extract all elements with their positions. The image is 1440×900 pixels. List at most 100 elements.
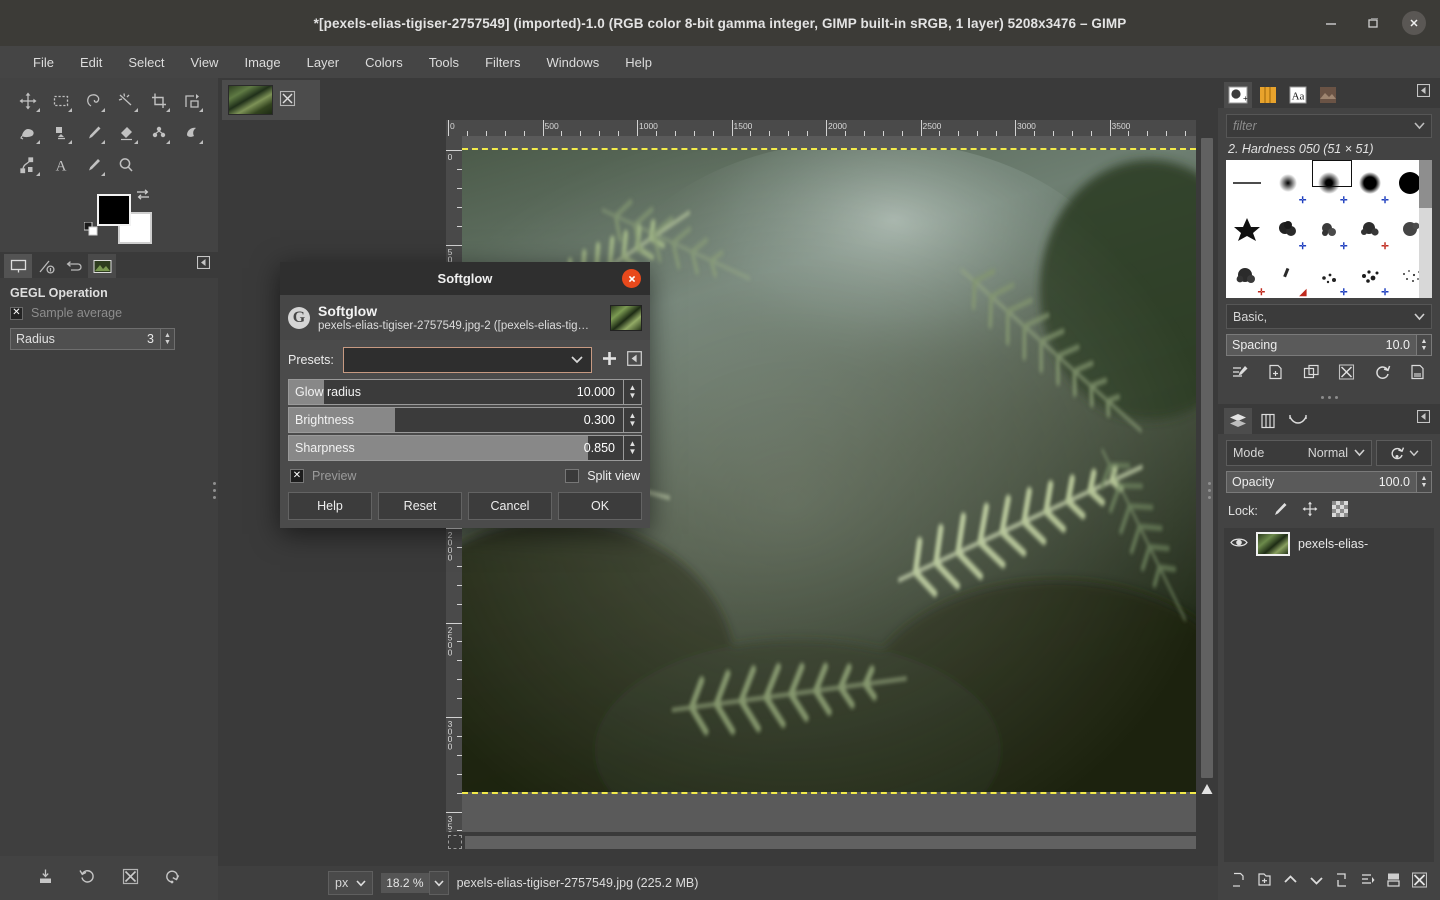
softglow-close-icon[interactable]: [622, 269, 641, 288]
channels-tab[interactable]: [1254, 408, 1282, 434]
sample-average-checkbox[interactable]: ✕: [10, 306, 23, 320]
layer-list-item[interactable]: pexels-elias-: [1224, 528, 1434, 560]
quickmask-toggle[interactable]: [448, 835, 462, 849]
zoom-value[interactable]: 18.2 %: [381, 873, 429, 893]
save-tool-preset-icon[interactable]: [37, 868, 54, 888]
restore-tool-preset-icon[interactable]: [79, 868, 96, 888]
brightness-spin-arrows[interactable]: ▲ ▼: [623, 408, 641, 432]
menu-windows[interactable]: Windows: [543, 53, 602, 72]
close-icon[interactable]: [1402, 11, 1426, 35]
zoom-selector[interactable]: 18.2 %: [381, 871, 449, 895]
brush-item[interactable]: ✛: [1267, 206, 1308, 252]
menu-tools[interactable]: Tools: [426, 53, 462, 72]
delete-tool-preset-icon[interactable]: [122, 868, 139, 888]
brush-tag-selector[interactable]: Basic,: [1226, 304, 1432, 329]
brush-grid-scroll-thumb[interactable]: [1419, 160, 1432, 208]
delete-layer-icon[interactable]: [1411, 871, 1427, 891]
left-dock-resize-handle[interactable]: [210, 470, 218, 510]
help-button[interactable]: Help: [288, 492, 372, 520]
brush-grid[interactable]: ✛ ✛ ✛ ✛ ✛ ✛ ✛ ✛ ✛ ◢ ✛ ✛: [1226, 160, 1432, 298]
open-brush-as-image-icon[interactable]: [1409, 364, 1426, 383]
rectangle-select-tool[interactable]: [45, 86, 78, 116]
brush-item[interactable]: [1226, 206, 1267, 252]
lock-pixels-icon[interactable]: [1272, 501, 1288, 520]
brush-item[interactable]: ✛: [1226, 252, 1267, 298]
move-tool[interactable]: [12, 86, 45, 116]
radius-stepper[interactable]: Radius 3 ▲ ▼: [10, 328, 175, 350]
patterns-tab[interactable]: [1254, 82, 1282, 108]
layer-visibility-icon[interactable]: [1230, 536, 1248, 552]
paths-tab[interactable]: [1284, 408, 1312, 434]
brushes-tab[interactable]: +: [1224, 82, 1252, 108]
fonts-tab[interactable]: Aa: [1284, 82, 1312, 108]
brush-item[interactable]: ✛: [1350, 252, 1391, 298]
free-select-tool[interactable]: [77, 86, 110, 116]
unified-transform-tool[interactable]: [175, 86, 208, 116]
lock-alpha-icon[interactable]: [1331, 501, 1348, 520]
vertical-scroll-thumb[interactable]: [1201, 138, 1213, 778]
undo-history-tab[interactable]: [60, 254, 88, 278]
sample-average-row[interactable]: ✕ Sample average: [10, 306, 208, 320]
new-brush-icon[interactable]: [1267, 364, 1284, 383]
horizontal-scroll-thumb[interactable]: [465, 835, 1196, 849]
zoom-tool[interactable]: [110, 150, 143, 180]
opacity-slider[interactable]: Opacity 100.0 ▲ ▼: [1226, 471, 1432, 493]
eraser-tool[interactable]: [110, 118, 143, 148]
menu-edit[interactable]: Edit: [77, 53, 105, 72]
spacing-stepper[interactable]: Spacing 10.0 ▲ ▼: [1226, 334, 1432, 356]
brightness-slider[interactable]: Brightness 0.300 ▲ ▼: [288, 407, 642, 433]
collapse-dock-icon[interactable]: [196, 255, 211, 272]
spacing-spin-arrows[interactable]: ▲ ▼: [1416, 335, 1431, 355]
brush-item[interactable]: ✛: [1308, 252, 1349, 298]
opacity-spin-arrows[interactable]: ▲ ▼: [1416, 472, 1431, 492]
image-tab-close-icon[interactable]: [279, 90, 296, 110]
right-dock-resize-handle[interactable]: [1205, 470, 1213, 510]
split-view-toggle[interactable]: Split view: [565, 469, 640, 483]
menu-select[interactable]: Select: [125, 53, 167, 72]
reset-tool-options-icon[interactable]: [164, 868, 181, 888]
images-tab[interactable]: [88, 254, 116, 278]
color-picker-tool[interactable]: [77, 150, 110, 180]
brush-item[interactable]: ✛: [1267, 160, 1308, 206]
foreground-color-swatch[interactable]: [97, 194, 131, 226]
new-layer-icon[interactable]: [1231, 872, 1246, 891]
device-status-tab[interactable]: [32, 254, 60, 278]
horizontal-ruler[interactable]: 0500100015002000250030003500400045005000: [446, 120, 1196, 136]
layer-mode-select[interactable]: Mode Normal: [1226, 440, 1372, 466]
zoom-chevron-down-icon[interactable]: [428, 871, 449, 895]
add-preset-icon[interactable]: [601, 350, 618, 370]
radius-spin-arrows[interactable]: ▲ ▼: [160, 329, 174, 349]
refresh-brushes-icon[interactable]: [1374, 364, 1391, 383]
ok-button[interactable]: OK: [558, 492, 642, 520]
unit-selector[interactable]: px: [328, 871, 374, 895]
brush-item[interactable]: ✛: [1350, 206, 1391, 252]
image-tab[interactable]: [222, 80, 320, 120]
brush-item-selected[interactable]: ✛: [1308, 160, 1353, 206]
collapse-brushes-dock-icon[interactable]: [1416, 83, 1431, 100]
glow-radius-spin-arrows[interactable]: ▲ ▼: [623, 380, 641, 404]
textures-tab[interactable]: [1314, 82, 1342, 108]
dodge-burn-tool[interactable]: [175, 118, 208, 148]
lower-layer-icon[interactable]: [1309, 872, 1324, 891]
delete-brush-icon[interactable]: [1338, 363, 1355, 383]
preview-toggle[interactable]: ✕ Preview: [290, 469, 356, 483]
duplicate-brush-icon[interactable]: [1303, 364, 1320, 383]
menu-layer[interactable]: Layer: [304, 53, 343, 72]
swap-colors-icon[interactable]: [135, 188, 151, 205]
fuzzy-select-tool[interactable]: [110, 86, 143, 116]
text-tool[interactable]: A: [45, 150, 78, 180]
smudge-tool[interactable]: [143, 118, 176, 148]
minimize-icon[interactable]: [1318, 10, 1344, 36]
menu-colors[interactable]: Colors: [362, 53, 406, 72]
paths-tool[interactable]: [12, 150, 45, 180]
glow-radius-slider[interactable]: Glow radius 10.000 ▲ ▼: [288, 379, 642, 405]
split-view-checkbox[interactable]: [565, 469, 580, 483]
brush-item[interactable]: [1226, 160, 1267, 206]
new-layer-group-icon[interactable]: [1257, 872, 1272, 891]
preview-checkbox[interactable]: ✕: [290, 469, 304, 483]
brush-item[interactable]: ✛: [1350, 160, 1391, 206]
maximize-icon[interactable]: [1360, 10, 1386, 36]
crop-tool[interactable]: [143, 86, 176, 116]
collapse-layers-dock-icon[interactable]: [1416, 409, 1431, 426]
brush-grid-scrollbar[interactable]: [1419, 160, 1432, 298]
